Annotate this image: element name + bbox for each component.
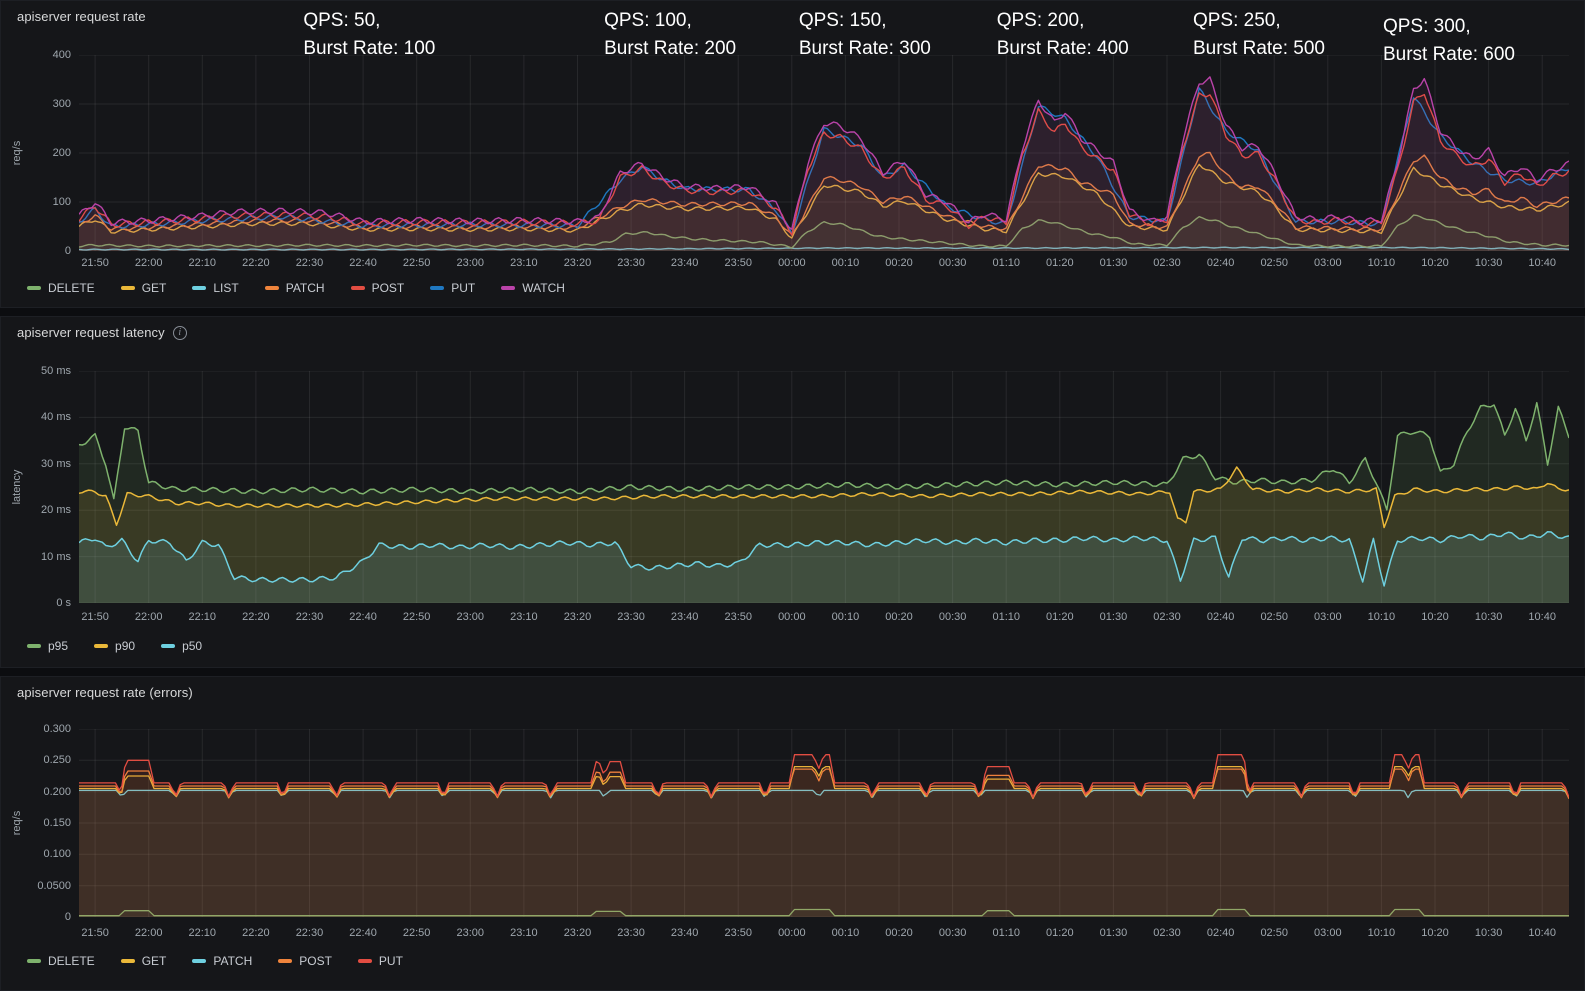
legend-item-p95[interactable]: p95 xyxy=(27,639,68,653)
legend-label: LIST xyxy=(213,281,239,295)
y-tick-label: 100 xyxy=(52,196,71,208)
y-tick-label: 300 xyxy=(52,98,71,110)
legend-item-PATCH[interactable]: PATCH xyxy=(192,954,252,968)
panel-title[interactable]: apiserver request latency xyxy=(17,325,165,340)
series-color-swatch xyxy=(192,959,207,963)
grafana-dashboard: apiserver request rate req/s 0 100 200 300 4… xyxy=(0,0,1585,991)
legend-item-GET[interactable]: GET xyxy=(120,281,167,295)
panel-apiserver-request-latency: apiserver request latency i latency 0 s 1… xyxy=(0,316,1585,668)
y-tick-label: 20 ms xyxy=(41,504,71,517)
y-tick-label: 0 s xyxy=(56,597,71,609)
legend-item-p90[interactable]: p90 xyxy=(94,639,135,653)
legend-item-DELETE[interactable]: DELETE xyxy=(27,954,95,968)
y-tick-label: 0 xyxy=(64,245,71,257)
legend-label: PATCH xyxy=(213,954,253,968)
series-color-swatch xyxy=(94,644,109,648)
y-tick-label: 0.300 xyxy=(43,723,71,735)
info-icon[interactable]: i xyxy=(172,325,187,340)
y-tick-label: 0.250 xyxy=(43,754,71,767)
y-tick-label: 0.0500 xyxy=(37,879,71,892)
series-color-swatch xyxy=(278,959,293,963)
series-color-swatch xyxy=(161,644,176,648)
series-color-swatch xyxy=(264,286,279,290)
series-color-swatch xyxy=(120,286,135,290)
y-tick-label: 40 ms xyxy=(41,411,71,424)
y-tick-label: 50 ms xyxy=(41,365,71,377)
legend-item-DELETE[interactable]: DELETE xyxy=(27,281,95,295)
legend: DELETE GET PATCH POST PUT xyxy=(27,954,403,968)
y-tick-label: 200 xyxy=(52,147,71,159)
series-color-swatch xyxy=(430,286,445,290)
legend-label: POST xyxy=(299,954,332,968)
legend-label: DELETE xyxy=(48,954,95,968)
series-color-swatch xyxy=(27,644,41,648)
series-color-swatch xyxy=(27,959,41,963)
panel-header[interactable]: apiserver request rate xyxy=(17,9,146,24)
legend-item-POST[interactable]: POST xyxy=(278,954,332,968)
legend-label: GET xyxy=(141,281,167,295)
x-tick-label: 10:40 xyxy=(1528,611,1556,623)
chart-canvas[interactable] xyxy=(79,55,1569,251)
legend-label: GET xyxy=(141,954,167,968)
series-color-swatch xyxy=(501,286,516,290)
legend-item-p50[interactable]: p50 xyxy=(161,639,202,653)
series-area-PUT xyxy=(79,754,1569,917)
panel-apiserver-request-rate-errors: apiserver request rate (errors) req/s 00… xyxy=(0,676,1585,991)
y-tick-label: 0 xyxy=(64,911,71,923)
chart-canvas[interactable] xyxy=(79,729,1569,917)
x-tick-label: 10:40 xyxy=(1528,257,1556,269)
legend-item-PUT[interactable]: PUT xyxy=(430,281,475,295)
y-tick-label: 0.200 xyxy=(43,785,71,798)
panel-header[interactable]: apiserver request rate (errors) xyxy=(17,685,193,700)
series-color-swatch xyxy=(27,286,41,290)
y-tick-label: 400 xyxy=(52,49,71,61)
y-tick-label: 0.150 xyxy=(43,817,71,829)
legend-item-POST[interactable]: POST xyxy=(350,281,405,295)
legend-label: p95 xyxy=(48,639,69,653)
legend-label: POST xyxy=(371,281,405,295)
series-color-swatch xyxy=(120,959,135,963)
series-color-swatch xyxy=(357,959,372,963)
legend-label: PUT xyxy=(451,281,476,295)
y-tick-label: 0.100 xyxy=(43,848,71,861)
legend-label: PATCH xyxy=(285,281,325,295)
x-tick-label: 10:40 xyxy=(1528,927,1556,939)
legend-label: p90 xyxy=(115,639,136,653)
legend: DELETE GET LIST PATCH POST PUT WATCH xyxy=(27,281,565,295)
legend-item-GET[interactable]: GET xyxy=(120,954,167,968)
legend-label: WATCH xyxy=(522,281,565,295)
legend-label: PUT xyxy=(378,954,403,968)
panel-apiserver-request-rate: apiserver request rate req/s 0 100 200 300 4… xyxy=(0,0,1585,308)
y-tick-label: 10 ms xyxy=(41,550,71,563)
legend-item-PUT[interactable]: PUT xyxy=(357,954,403,968)
panel-header[interactable]: apiserver request latency i xyxy=(17,325,187,340)
panel-title[interactable]: apiserver request rate xyxy=(17,9,146,24)
series-color-swatch xyxy=(192,286,207,290)
legend-item-WATCH[interactable]: WATCH xyxy=(501,281,565,295)
legend-label: p50 xyxy=(182,639,203,653)
legend-item-PATCH[interactable]: PATCH xyxy=(264,281,325,295)
y-tick-label: 30 ms xyxy=(41,457,71,470)
legend-item-LIST[interactable]: LIST xyxy=(192,281,239,295)
panel-title[interactable]: apiserver request rate (errors) xyxy=(17,685,193,700)
y-axis-label: latency xyxy=(11,469,23,505)
chart-canvas[interactable] xyxy=(79,371,1569,603)
series-color-swatch xyxy=(350,286,365,290)
series-area-WATCH xyxy=(79,76,1569,251)
legend-label: DELETE xyxy=(48,281,95,295)
legend: p95 p90 p50 xyxy=(27,639,202,653)
